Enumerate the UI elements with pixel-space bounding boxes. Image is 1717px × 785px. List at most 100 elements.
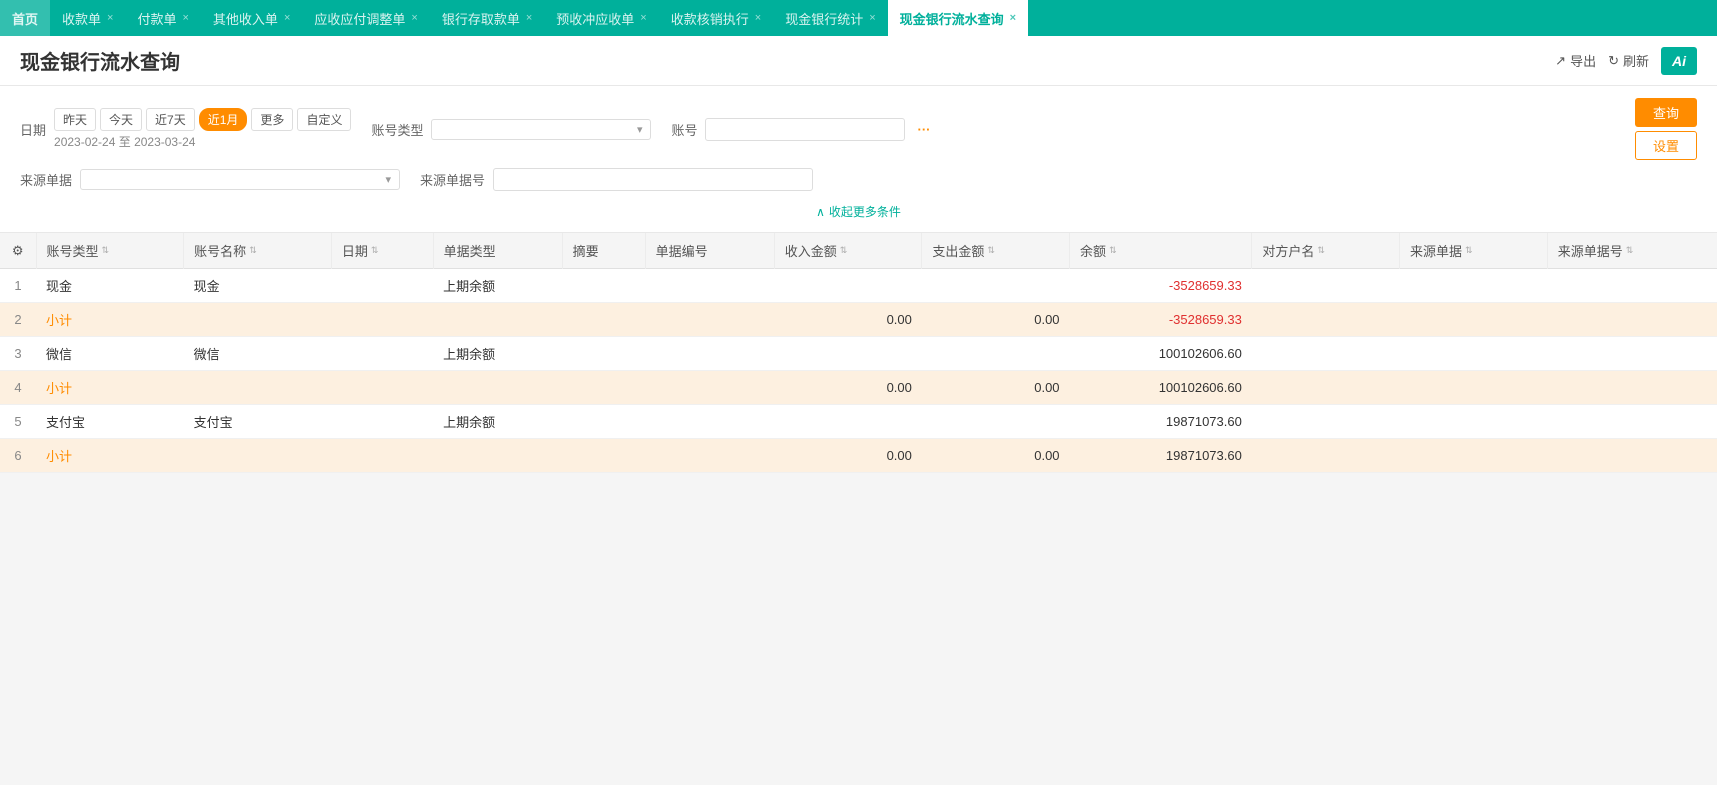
source-doc-label: 来源单据 xyxy=(20,170,72,189)
sort-expense[interactable]: 支出金额 ⇅ xyxy=(932,241,1059,260)
refresh-button[interactable]: ↻ 刷新 xyxy=(1608,51,1649,70)
collapse-bar[interactable]: ∧ 收起更多条件 xyxy=(20,199,1697,224)
sort-account-type[interactable]: 账号类型 ⇅ xyxy=(47,241,174,260)
date-filter-group: 日期 昨天 今天 近7天 近1月 更多 自定义 2023-02-24 至 202… xyxy=(20,108,351,150)
column-expense: 支出金额 ⇅ xyxy=(922,233,1070,269)
sort-icon: ⇅ xyxy=(1109,246,1117,255)
nav-tab-receipt[interactable]: 收款单 × xyxy=(50,0,125,36)
table-row[interactable]: 2小计0.000.00-3528659.33 xyxy=(0,303,1717,337)
column-gear[interactable]: ⚙ xyxy=(0,233,36,269)
table-row[interactable]: 5支付宝支付宝上期余额19871073.60 xyxy=(0,405,1717,439)
date-7days[interactable]: 近7天 xyxy=(146,108,195,131)
date-1month[interactable]: 近1月 xyxy=(199,108,248,131)
close-icon[interactable]: × xyxy=(284,12,290,24)
column-account-type: 账号类型 ⇅ xyxy=(36,233,184,269)
action-buttons: 查询 设置 xyxy=(1635,98,1697,160)
close-icon[interactable]: × xyxy=(107,12,113,24)
sort-icon: ⇅ xyxy=(371,246,379,255)
chevron-down-icon: ▾ xyxy=(637,123,643,136)
table-body: 1现金现金上期余额-3528659.332小计0.000.00-3528659.… xyxy=(0,269,1717,473)
close-icon[interactable]: × xyxy=(526,12,532,24)
date-today[interactable]: 今天 xyxy=(100,108,142,131)
data-table: ⚙ 账号类型 ⇅ 账号名称 ⇅ 日期 ⇅ xyxy=(0,233,1717,473)
account-type-filter-group: 账号类型 ▾ xyxy=(371,119,651,140)
sort-icon: ⇅ xyxy=(1465,246,1473,255)
sort-account-name[interactable]: 账号名称 ⇅ xyxy=(194,241,321,260)
query-button[interactable]: 查询 xyxy=(1635,98,1697,127)
account-label: 账号 xyxy=(671,120,697,139)
column-account-name: 账号名称 ⇅ xyxy=(184,233,332,269)
top-navigation: 首页 收款单 × 付款单 × 其他收入单 × 应收应付调整单 × 银行存取款单 … xyxy=(0,0,1717,36)
close-icon[interactable]: × xyxy=(755,12,761,24)
column-summary: 摘要 xyxy=(562,233,645,269)
nav-tab-statistics[interactable]: 现金银行统计 × xyxy=(773,0,887,36)
refresh-icon: ↻ xyxy=(1608,53,1619,69)
close-icon[interactable]: × xyxy=(1010,12,1016,24)
sort-counterpart[interactable]: 对方户名 ⇅ xyxy=(1262,241,1389,260)
close-icon[interactable]: × xyxy=(411,12,417,24)
nav-tab-bank-deposit[interactable]: 银行存取款单 × xyxy=(430,0,544,36)
filter-row-1: 日期 昨天 今天 近7天 近1月 更多 自定义 2023-02-24 至 202… xyxy=(20,98,1697,160)
export-button[interactable]: ↗ 导出 xyxy=(1555,51,1596,70)
nav-tab-verify[interactable]: 收款核销执行 × xyxy=(659,0,773,36)
nav-home[interactable]: 首页 xyxy=(0,0,50,36)
close-icon[interactable]: × xyxy=(640,12,646,24)
account-filter-group: 账号 ··· xyxy=(671,118,934,141)
sort-balance[interactable]: 余额 ⇅ xyxy=(1080,241,1241,260)
date-custom[interactable]: 自定义 xyxy=(297,108,351,131)
column-counterpart: 对方户名 ⇅ xyxy=(1252,233,1400,269)
account-type-select[interactable]: ▾ xyxy=(431,119,651,140)
sort-icon: ⇅ xyxy=(249,246,257,255)
filter-row-2: 来源单据 ▾ 来源单据号 xyxy=(20,168,1697,191)
column-source-doc-num: 来源单据号 ⇅ xyxy=(1547,233,1717,269)
export-icon: ↗ xyxy=(1555,53,1566,69)
nav-tab-prepayment[interactable]: 预收冲应收单 × xyxy=(544,0,658,36)
sort-source-doc-num[interactable]: 来源单据号 ⇅ xyxy=(1558,241,1707,260)
column-balance: 余额 ⇅ xyxy=(1070,233,1252,269)
chevron-down-icon: ▾ xyxy=(385,173,391,186)
sort-doc-type: 单据类型 xyxy=(444,241,552,260)
column-doc-type: 单据类型 xyxy=(433,233,562,269)
data-table-container: ⚙ 账号类型 ⇅ 账号名称 ⇅ 日期 ⇅ xyxy=(0,233,1717,473)
source-doc-num-label: 来源单据号 xyxy=(420,170,485,189)
date-range-display: 2023-02-24 至 2023-03-24 xyxy=(54,133,351,150)
ai-button[interactable]: Ai xyxy=(1661,47,1697,75)
table-row[interactable]: 6小计0.000.0019871073.60 xyxy=(0,439,1717,473)
page-title: 现金银行流水查询 xyxy=(20,46,180,75)
date-options: 昨天 今天 近7天 近1月 更多 自定义 2023-02-24 至 2023-0… xyxy=(54,108,351,150)
source-doc-num-input[interactable] xyxy=(493,168,813,191)
date-buttons: 昨天 今天 近7天 近1月 更多 自定义 xyxy=(54,108,351,131)
table-row[interactable]: 3微信微信上期余额100102606.60 xyxy=(0,337,1717,371)
table-row[interactable]: 4小计0.000.00100102606.60 xyxy=(0,371,1717,405)
table-row[interactable]: 1现金现金上期余额-3528659.33 xyxy=(0,269,1717,303)
account-type-label: 账号类型 xyxy=(371,120,423,139)
column-source-doc: 来源单据 ⇅ xyxy=(1400,233,1548,269)
sort-income[interactable]: 收入金额 ⇅ xyxy=(785,241,912,260)
column-doc-num: 单据编号 xyxy=(645,233,774,269)
filter-area: 日期 昨天 今天 近7天 近1月 更多 自定义 2023-02-24 至 202… xyxy=(0,86,1717,233)
nav-tab-adjustment[interactable]: 应收应付调整单 × xyxy=(302,0,429,36)
nav-tab-other-income[interactable]: 其他收入单 × xyxy=(201,0,302,36)
table-header-row: ⚙ 账号类型 ⇅ 账号名称 ⇅ 日期 ⇅ xyxy=(0,233,1717,269)
chevron-up-icon: ∧ xyxy=(816,205,825,219)
source-doc-select[interactable]: ▾ xyxy=(80,169,400,190)
column-date: 日期 ⇅ xyxy=(331,233,433,269)
source-doc-filter-group: 来源单据 ▾ xyxy=(20,169,400,190)
sort-icon: ⇅ xyxy=(102,246,110,255)
sort-source-doc[interactable]: 来源单据 ⇅ xyxy=(1410,241,1537,260)
sort-date[interactable]: 日期 ⇅ xyxy=(342,241,423,260)
account-input[interactable] xyxy=(705,118,905,141)
sort-icon: ⇅ xyxy=(840,246,848,255)
header-actions: ↗ 导出 ↻ 刷新 Ai xyxy=(1555,47,1697,75)
date-yesterday[interactable]: 昨天 xyxy=(54,108,96,131)
close-icon[interactable]: × xyxy=(182,12,188,24)
sort-icon: ⇅ xyxy=(987,246,995,255)
nav-tab-payment[interactable]: 付款单 × xyxy=(125,0,200,36)
column-income: 收入金额 ⇅ xyxy=(774,233,922,269)
source-doc-num-filter-group: 来源单据号 xyxy=(420,168,813,191)
account-more-button[interactable]: ··· xyxy=(913,122,934,137)
close-icon[interactable]: × xyxy=(869,12,875,24)
settings-button[interactable]: 设置 xyxy=(1635,131,1697,160)
nav-tab-flow-query[interactable]: 现金银行流水查询 × xyxy=(888,0,1028,36)
date-more[interactable]: 更多 xyxy=(251,108,293,131)
